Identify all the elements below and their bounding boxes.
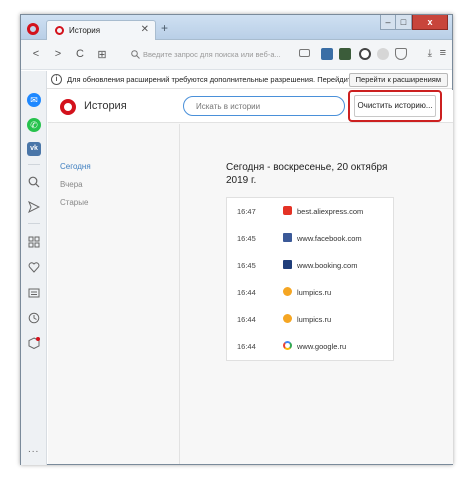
history-time: 16:45 [237,234,256,243]
facebook-icon [283,233,292,242]
extensions-cube-icon[interactable] [28,337,40,349]
toolbar: < > C ⊞ Введите запрос для поиска или ве… [21,40,452,70]
maximize-button[interactable]: □ [396,15,412,30]
history-time: 16:44 [237,315,256,324]
tab-close-icon[interactable]: ✕ [141,24,149,35]
go-to-extensions-button[interactable]: Перейти к расширениям [348,73,448,87]
opera-extension-icon[interactable] [359,48,371,60]
history-time: 16:45 [237,261,256,270]
news-icon[interactable] [28,287,40,299]
period-older[interactable]: Старые [60,198,88,207]
send-icon[interactable] [28,201,40,213]
messenger-icon[interactable]: ✉ [27,93,41,107]
history-row[interactable]: 16:45 www.facebook.com [227,225,393,252]
tab-title: История [69,26,101,35]
menu-icon[interactable]: ≡ [440,47,446,59]
period-today[interactable]: Сегодня [60,162,91,171]
booking-icon [283,260,292,269]
download-icon[interactable]: ⤓ [428,48,432,59]
history-search-input[interactable] [183,96,345,116]
forward-button[interactable]: > [51,48,65,60]
shield-icon[interactable] [395,48,407,60]
history-url[interactable]: www.booking.com [297,261,357,270]
history-header: История Очистить историю... [48,90,453,123]
close-window-button[interactable]: x [412,15,448,30]
opera-tab-icon [55,26,64,35]
snapshot-icon[interactable] [299,49,310,57]
sidebar: ✉ ✆ vk ... [21,71,47,465]
day-heading: Сегодня - воскресенье, 20 октября 2019 г… [226,162,388,186]
sidebar-divider [28,223,40,224]
notice-text: Для обновления расширений требуются допо… [67,75,362,84]
history-row[interactable]: 16:47 best.aliexpress.com [227,198,393,225]
history-page: История Очистить историю... Сегодня Вчер… [48,90,453,464]
vpn-extension-icon[interactable] [377,48,389,60]
clear-history-button[interactable]: Очистить историю... [354,95,436,117]
lumpics-icon [283,314,292,323]
clock-icon[interactable] [28,312,40,324]
tab-history[interactable]: История ✕ [46,20,156,40]
history-url[interactable]: best.aliexpress.com [297,207,363,216]
address-bar[interactable]: Введите запрос для поиска или веб-а... [143,46,313,64]
minimize-button[interactable]: – [380,15,396,30]
search-icon [131,50,140,59]
speed-dial-icon[interactable] [28,236,40,248]
info-icon: i [51,74,62,85]
history-time: 16:47 [237,207,256,216]
history-row[interactable]: 16:44 lumpics.ru [227,279,393,306]
heart-icon[interactable] [28,261,40,273]
history-periods: Сегодня Вчера Старые [48,124,180,464]
history-list: 16:47 best.aliexpress.com 16:45 www.face… [226,197,394,361]
whatsapp-icon[interactable]: ✆ [27,118,41,132]
period-yesterday[interactable]: Вчера [60,180,83,189]
aliexpress-icon [283,206,292,215]
history-row[interactable]: 16:44 www.google.ru [227,333,393,360]
sidebar-divider [28,164,40,165]
extension-icon[interactable] [321,48,333,60]
history-row[interactable]: 16:45 www.booking.com [227,252,393,279]
browser-window: История ✕ + – □ x < > C ⊞ Введите запрос… [20,14,453,465]
extension-notice-bar: i Для обновления расширений требуются до… [47,71,452,89]
tab-strip: История ✕ + – □ x [21,15,452,40]
history-row[interactable]: 16:44 lumpics.ru [227,306,393,333]
back-button[interactable]: < [29,48,43,60]
search-icon[interactable] [28,176,40,188]
new-tab-button[interactable]: + [161,21,168,35]
speed-dial-icon[interactable]: ⊞ [95,48,109,61]
lumpics-icon [283,287,292,296]
opera-logo-icon [60,99,76,115]
history-time: 16:44 [237,288,256,297]
google-icon [283,341,292,350]
opera-menu-icon[interactable] [27,23,39,35]
more-icon[interactable]: ... [28,444,39,455]
reload-button[interactable]: C [73,48,87,60]
history-time: 16:44 [237,342,256,351]
history-url[interactable]: lumpics.ru [297,315,331,324]
history-url[interactable]: www.facebook.com [297,234,362,243]
history-url[interactable]: www.google.ru [297,342,346,351]
vk-icon[interactable]: vk [27,142,41,156]
page-title: История [84,100,127,112]
history-url[interactable]: lumpics.ru [297,288,331,297]
extension-badge-icon[interactable] [339,48,351,60]
